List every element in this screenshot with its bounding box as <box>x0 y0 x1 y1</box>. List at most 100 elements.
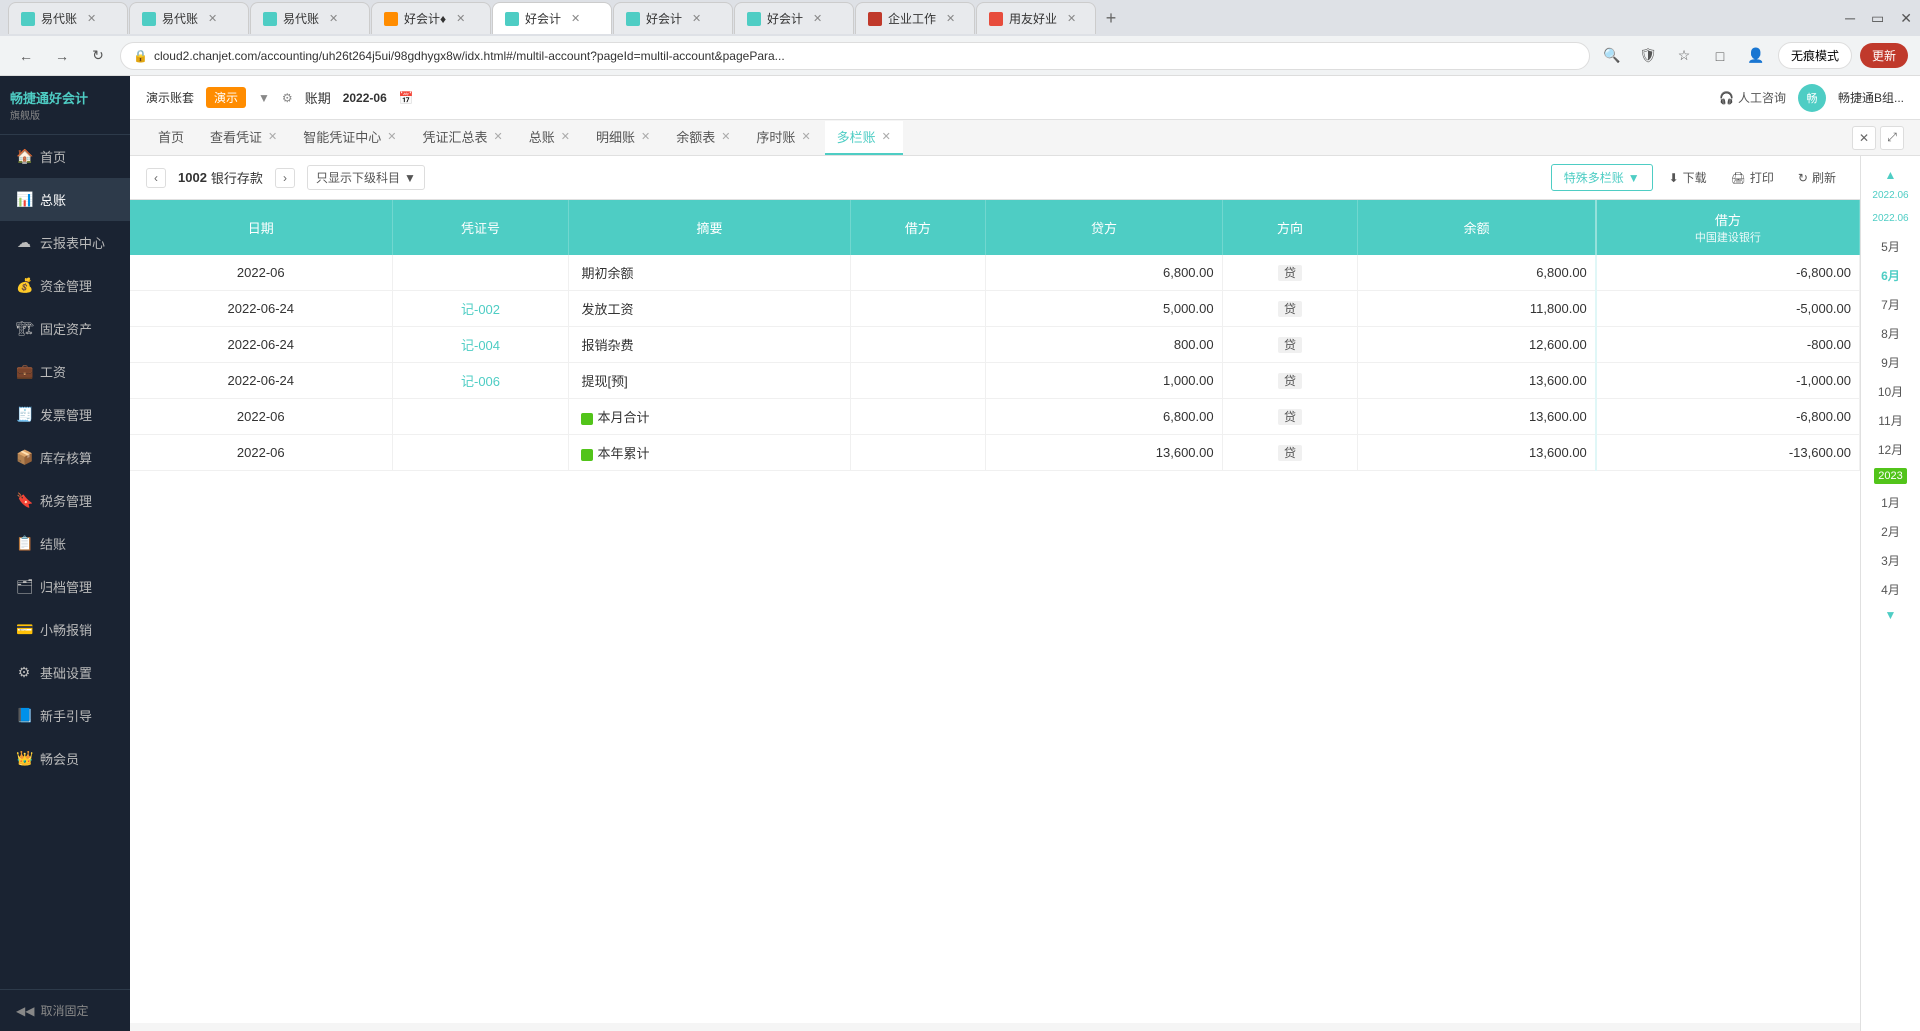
refresh-button[interactable]: ↻ <box>84 42 112 70</box>
browser-tab-5[interactable]: 好会计 ✕ <box>492 2 612 34</box>
consultant-button[interactable]: 🎧 人工咨询 <box>1719 89 1786 106</box>
month-item-5[interactable]: 5月 <box>1861 232 1920 261</box>
special-ledger-btn[interactable]: 特殊多栏账 ▼ <box>1551 164 1653 191</box>
stealth-button[interactable]: 无痕模式 <box>1778 42 1852 69</box>
page-tab-home[interactable]: 首页 <box>146 121 196 155</box>
page-tab-sequence[interactable]: 序时账 ✕ <box>744 121 822 155</box>
browser-tab-4[interactable]: 好会计♦ ✕ <box>371 2 491 34</box>
sidebar-item-settings[interactable]: ⚙ 基础设置 <box>0 651 130 694</box>
address-input[interactable]: 🔒 cloud2.chanjet.com/accounting/uh26t264… <box>120 42 1590 70</box>
expand-tab-btn[interactable]: ⤢ <box>1880 126 1904 150</box>
extension-icon[interactable]: □ <box>1706 42 1734 70</box>
shield-icon[interactable]: 🛡 <box>1634 42 1662 70</box>
prev-account-btn[interactable]: ‹ <box>146 168 166 188</box>
tab-close-5[interactable]: ✕ <box>571 12 580 25</box>
tab-close-1[interactable]: ✕ <box>87 12 96 25</box>
sidebar-item-home[interactable]: 🏠 首页 <box>0 135 130 178</box>
month-scroll-down[interactable]: ▼ <box>1861 604 1920 626</box>
cell-voucher[interactable]: 记-006 <box>392 363 569 399</box>
voucher-link[interactable]: 记-002 <box>461 302 500 317</box>
page-tab-smart[interactable]: 智能凭证中心 ✕ <box>291 121 408 155</box>
close-button[interactable]: ✕ <box>1900 10 1912 27</box>
print-btn[interactable]: 🖨 打印 <box>1723 165 1782 190</box>
page-tab-summary-close[interactable]: ✕ <box>494 130 503 143</box>
sidebar-item-close[interactable]: 📋 结账 <box>0 522 130 565</box>
setting-icon[interactable]: ▼ <box>258 91 270 105</box>
close-tab-btn[interactable]: ✕ <box>1852 126 1876 150</box>
browser-tab-7[interactable]: 好会计 ✕ <box>734 2 854 34</box>
sidebar-item-ledger[interactable]: 📊 总账 <box>0 178 130 221</box>
sidebar-item-expense[interactable]: 💳 小畅报销 <box>0 608 130 651</box>
page-tab-sequence-close[interactable]: ✕ <box>801 130 810 143</box>
month-item-9[interactable]: 9月 <box>1861 348 1920 377</box>
voucher-link[interactable]: 记-004 <box>461 338 500 353</box>
tab-close-8[interactable]: ✕ <box>946 12 955 25</box>
update-button[interactable]: 更新 <box>1860 43 1908 68</box>
month-item-8[interactable]: 8月 <box>1861 319 1920 348</box>
browser-tab-8[interactable]: 企业工作 ✕ <box>855 2 975 34</box>
sidebar-item-inventory[interactable]: 📦 库存核算 <box>0 436 130 479</box>
browser-tab-9[interactable]: 用友好业 ✕ <box>976 2 1096 34</box>
month-item-11[interactable]: 11月 <box>1861 406 1920 435</box>
browser-tab-1[interactable]: 易代账 ✕ <box>8 2 128 34</box>
page-tab-multi-close[interactable]: ✕ <box>882 130 891 143</box>
sidebar-item-guide[interactable]: 📘 新手引导 <box>0 694 130 737</box>
forward-button[interactable]: → <box>48 42 76 70</box>
sidebar-item-finance[interactable]: 💰 资金管理 <box>0 264 130 307</box>
month-item-2023-3[interactable]: 3月 <box>1861 546 1920 575</box>
month-item-12[interactable]: 12月 <box>1861 435 1920 464</box>
month-item-2023-2[interactable]: 2月 <box>1861 517 1920 546</box>
sidebar-item-salary[interactable]: 💼 工资 <box>0 350 130 393</box>
page-tab-general-close[interactable]: ✕ <box>561 130 570 143</box>
page-tab-voucher[interactable]: 查看凭证 ✕ <box>198 121 289 155</box>
cell-voucher[interactable]: 记-002 <box>392 291 569 327</box>
horizontal-scrollbar[interactable] <box>130 1023 1860 1031</box>
minimize-button[interactable]: ─ <box>1845 10 1855 26</box>
next-account-btn[interactable]: › <box>275 168 295 188</box>
restore-button[interactable]: ▭ <box>1871 10 1884 27</box>
sidebar-item-cloud[interactable]: ☁ 云报表中心 <box>0 221 130 264</box>
month-item-2023-4[interactable]: 4月 <box>1861 575 1920 604</box>
page-tab-summary[interactable]: 凭证汇总表 ✕ <box>410 121 514 155</box>
download-btn[interactable]: ⬇ 下载 <box>1661 165 1715 190</box>
page-tab-multi[interactable]: 多栏账 ✕ <box>825 121 903 155</box>
browser-tab-2[interactable]: 易代账 ✕ <box>129 2 249 34</box>
month-scroll-up[interactable]: ▲ <box>1861 164 1920 186</box>
cell-voucher[interactable]: 记-004 <box>392 327 569 363</box>
tab-close-4[interactable]: ✕ <box>456 12 465 25</box>
month-item-6[interactable]: 6月 <box>1861 261 1920 290</box>
sidebar-item-archive[interactable]: 🗂 归档管理 <box>0 565 130 608</box>
page-tab-detail[interactable]: 明细账 ✕ <box>584 121 662 155</box>
browser-tab-6[interactable]: 好会计 ✕ <box>613 2 733 34</box>
refresh-btn[interactable]: ↻ 刷新 <box>1790 165 1844 190</box>
tab-close-2[interactable]: ✕ <box>208 12 217 25</box>
sidebar-item-member[interactable]: 👑 畅会员 <box>0 737 130 780</box>
page-tab-voucher-close[interactable]: ✕ <box>268 130 277 143</box>
gear-icon[interactable]: ⚙ <box>282 91 293 105</box>
account-icon[interactable]: 👤 <box>1742 42 1770 70</box>
back-button[interactable]: ← <box>12 42 40 70</box>
tab-close-7[interactable]: ✕ <box>813 12 822 25</box>
sub-filter-dropdown[interactable]: 只显示下级科目 ▼ <box>307 165 425 190</box>
month-item-2023-1[interactable]: 1月 <box>1861 488 1920 517</box>
sidebar-item-tax[interactable]: 🔖 税务管理 <box>0 479 130 522</box>
page-tab-balance[interactable]: 余额表 ✕ <box>664 121 742 155</box>
page-tab-smart-close[interactable]: ✕ <box>387 130 396 143</box>
search-icon[interactable]: 🔍 <box>1598 42 1626 70</box>
tab-close-9[interactable]: ✕ <box>1067 12 1076 25</box>
tab-close-6[interactable]: ✕ <box>692 12 701 25</box>
month-item-7[interactable]: 7月 <box>1861 290 1920 319</box>
page-tab-balance-close[interactable]: ✕ <box>721 130 730 143</box>
page-tab-general[interactable]: 总账 ✕ <box>517 121 582 155</box>
sidebar-item-invoice[interactable]: 🧾 发票管理 <box>0 393 130 436</box>
voucher-link[interactable]: 记-006 <box>461 374 500 389</box>
star-icon[interactable]: ☆ <box>1670 42 1698 70</box>
sidebar-item-assets[interactable]: 🏗 固定资产 <box>0 307 130 350</box>
tab-close-3[interactable]: ✕ <box>329 12 338 25</box>
calendar-icon[interactable]: 📅 <box>399 91 414 105</box>
new-tab-button[interactable]: + <box>1097 4 1125 32</box>
unpin-button[interactable]: ◀◀ 取消固定 <box>16 1002 114 1019</box>
page-tab-detail-close[interactable]: ✕ <box>641 130 650 143</box>
browser-tab-3[interactable]: 易代账 ✕ <box>250 2 370 34</box>
month-item-10[interactable]: 10月 <box>1861 377 1920 406</box>
